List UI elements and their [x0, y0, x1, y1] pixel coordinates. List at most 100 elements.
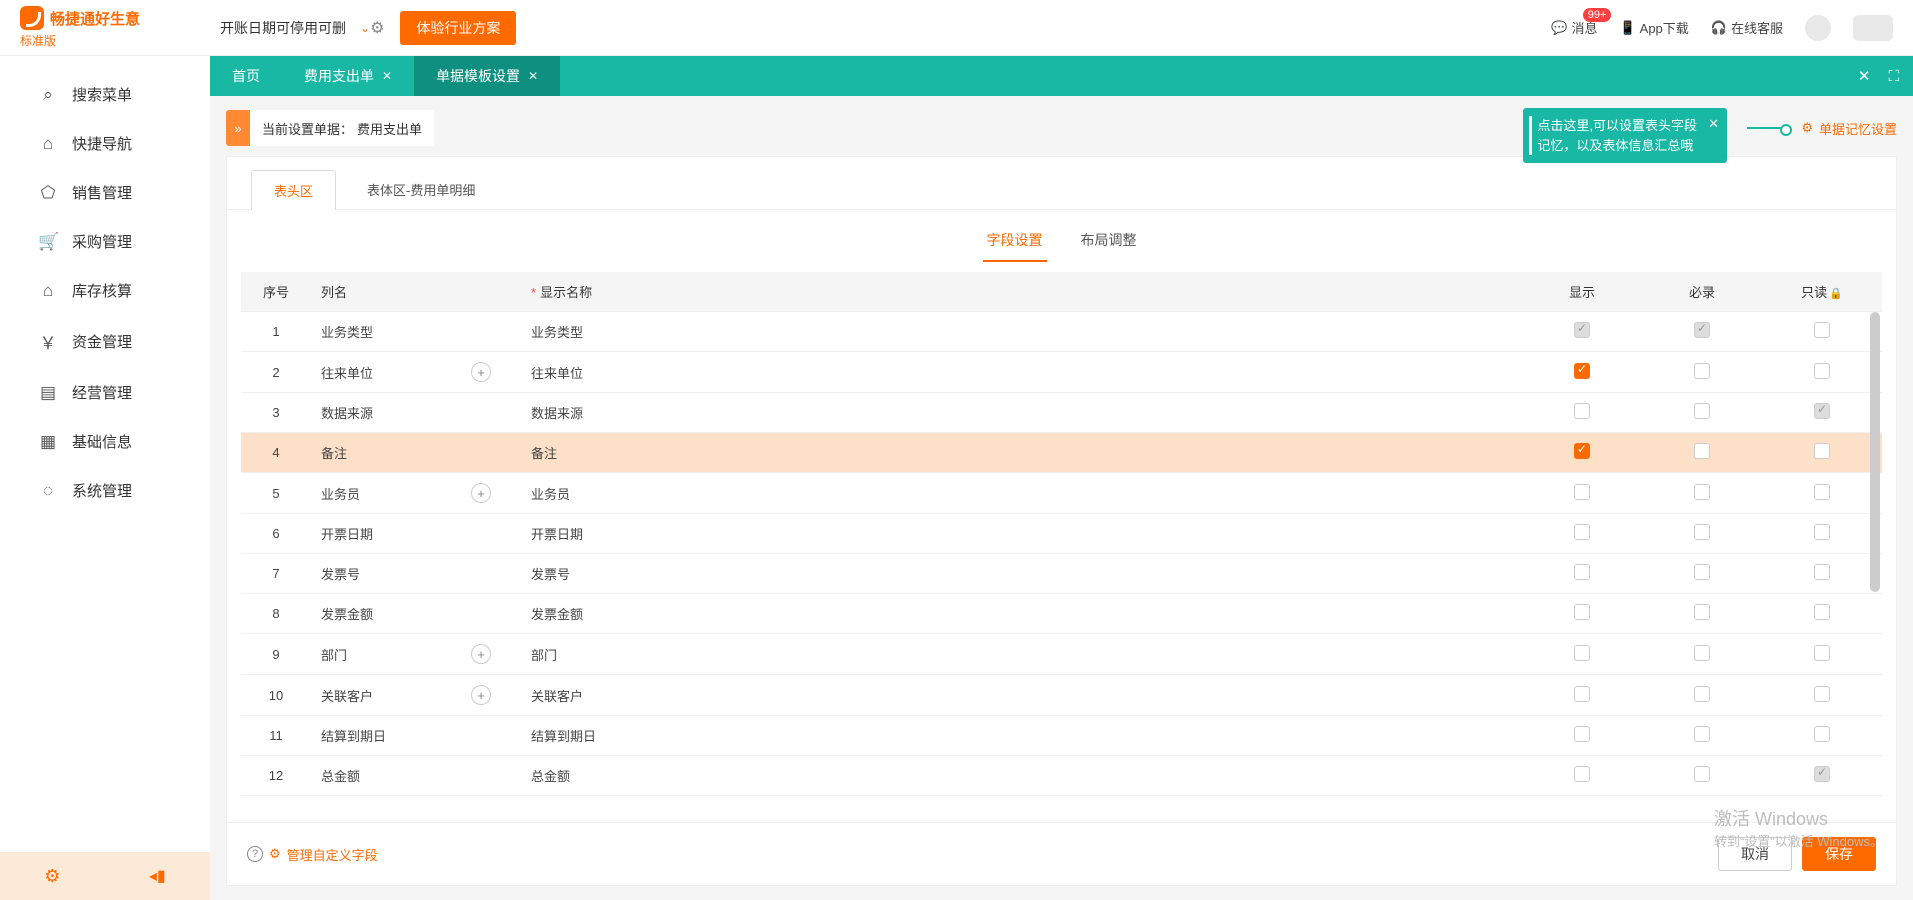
sidebar-item[interactable]: ⌂快捷导航	[0, 119, 210, 168]
cell-display[interactable]: 业务员	[521, 473, 1522, 514]
checkbox[interactable]	[1574, 524, 1590, 540]
table-row[interactable]: 2往来单位+往来单位	[241, 352, 1882, 393]
checkbox[interactable]	[1574, 443, 1590, 459]
section-tab-body[interactable]: 表体区-费用单明细	[344, 169, 498, 209]
tab-close-icon[interactable]: ✕	[528, 69, 538, 83]
sidebar-item[interactable]: ￥资金管理	[0, 315, 210, 368]
checkbox[interactable]	[1814, 484, 1830, 500]
checkbox[interactable]	[1814, 645, 1830, 661]
table-row[interactable]: 6开票日期开票日期	[241, 514, 1882, 554]
cell-display[interactable]: 部门	[521, 634, 1522, 675]
cell-display[interactable]: 开票日期	[521, 514, 1522, 554]
fullscreen-icon[interactable]: ⛶	[1888, 68, 1899, 85]
checkbox[interactable]	[1694, 564, 1710, 580]
sidebar-item[interactable]: ⌂库存核算	[0, 266, 210, 315]
close-all-tabs-icon[interactable]: ✕	[1858, 67, 1871, 85]
checkbox[interactable]	[1694, 686, 1710, 702]
sidebar-item[interactable]: ⌕搜索菜单	[0, 70, 210, 119]
table-row[interactable]: 1业务类型业务类型	[241, 312, 1882, 352]
scrollbar-thumb[interactable]	[1870, 312, 1880, 592]
manage-custom-fields-link[interactable]: ? ⚙ 管理自定义字段	[247, 845, 378, 864]
inner-tab-layout[interactable]: 布局调整	[1077, 224, 1141, 262]
checkbox[interactable]	[1814, 363, 1830, 379]
save-button[interactable]: 保存	[1802, 837, 1876, 871]
checkbox[interactable]	[1574, 363, 1590, 379]
cell-display[interactable]: 关联客户	[521, 675, 1522, 716]
checkbox[interactable]	[1814, 604, 1830, 620]
page-tab[interactable]: 费用支出单✕	[282, 56, 414, 96]
add-icon[interactable]: +	[471, 362, 491, 382]
checkbox[interactable]	[1694, 443, 1710, 459]
hint-close-icon[interactable]: ✕	[1708, 114, 1719, 134]
checkbox[interactable]	[1694, 363, 1710, 379]
cell-display[interactable]: 总金额	[521, 756, 1522, 796]
download-button[interactable]: 📱 App下载	[1619, 18, 1688, 37]
memory-settings-link[interactable]: ⚙ 单据记忆设置	[1801, 119, 1897, 138]
expand-handle-icon[interactable]: »	[226, 110, 250, 146]
table-row[interactable]: 7发票号发票号	[241, 554, 1882, 594]
table-row[interactable]: 8发票金额发票金额	[241, 594, 1882, 634]
checkbox[interactable]	[1574, 686, 1590, 702]
checkbox[interactable]	[1694, 645, 1710, 661]
page-tab[interactable]: 首页	[210, 56, 282, 96]
sidebar-item[interactable]: ⬠销售管理	[0, 168, 210, 217]
checkbox[interactable]	[1694, 524, 1710, 540]
table-row[interactable]: 10关联客户+关联客户	[241, 675, 1882, 716]
page-tab[interactable]: 单据模板设置✕	[414, 56, 560, 96]
cell-display[interactable]: 往来单位	[521, 352, 1522, 393]
table-row[interactable]: 5业务员+业务员	[241, 473, 1882, 514]
avatar-small[interactable]	[1805, 15, 1831, 41]
tab-close-icon[interactable]: ✕	[382, 69, 392, 83]
account-selector[interactable]: 开账日期可停用可删 ⌄	[220, 18, 370, 38]
checkbox[interactable]	[1574, 645, 1590, 661]
cell-display[interactable]: 发票号	[521, 554, 1522, 594]
checkbox[interactable]	[1814, 443, 1830, 459]
table-row[interactable]: 12总金额总金额	[241, 756, 1882, 796]
checkbox[interactable]	[1814, 686, 1830, 702]
sidebar-item[interactable]: ◌系统管理	[0, 466, 210, 515]
industry-plan-button[interactable]: 体验行业方案	[400, 11, 516, 45]
checkbox[interactable]	[1574, 766, 1590, 782]
table-row[interactable]: 4备注备注	[241, 433, 1882, 473]
section-tab-header[interactable]: 表头区	[251, 170, 336, 210]
table-scroll[interactable]: 序号 列名 *显示名称 显示 必录 只读🔒 1业务类型业务类型2往来单位+往来单…	[241, 272, 1882, 822]
inner-tab-field[interactable]: 字段设置	[983, 224, 1047, 262]
table-row[interactable]: 9部门+部门	[241, 634, 1882, 675]
checkbox[interactable]	[1814, 524, 1830, 540]
cancel-button[interactable]: 取消	[1718, 837, 1792, 871]
support-button[interactable]: 🎧 在线客服	[1711, 18, 1783, 37]
checkbox[interactable]	[1814, 564, 1830, 580]
add-icon[interactable]: +	[471, 483, 491, 503]
table-row[interactable]: 3数据来源数据来源	[241, 393, 1882, 433]
table-row[interactable]: 11结算到期日结算到期日	[241, 716, 1882, 756]
cell-display[interactable]: 备注	[521, 433, 1522, 473]
checkbox[interactable]	[1574, 726, 1590, 742]
sidebar-item[interactable]: ▦基础信息	[0, 417, 210, 466]
cell-display[interactable]: 业务类型	[521, 312, 1522, 352]
messages-button[interactable]: 💬 消息 99+	[1551, 18, 1597, 37]
tab-label: 首页	[232, 66, 260, 86]
add-icon[interactable]: +	[471, 644, 491, 664]
cell-display[interactable]: 结算到期日	[521, 716, 1522, 756]
checkbox[interactable]	[1814, 726, 1830, 742]
cell-display[interactable]: 数据来源	[521, 393, 1522, 433]
checkbox[interactable]	[1574, 604, 1590, 620]
avatar-large[interactable]	[1853, 15, 1893, 41]
sidebar-item[interactable]: 🛒采购管理	[0, 217, 210, 266]
settings-icon[interactable]: ⚙	[44, 866, 60, 887]
sidebar-item[interactable]: ▤经营管理	[0, 368, 210, 417]
checkbox[interactable]	[1574, 403, 1590, 419]
checkbox[interactable]	[1694, 726, 1710, 742]
checkbox[interactable]	[1694, 484, 1710, 500]
add-icon[interactable]: +	[471, 685, 491, 705]
checkbox[interactable]	[1694, 766, 1710, 782]
checkbox[interactable]	[1574, 484, 1590, 500]
checkbox[interactable]	[1694, 403, 1710, 419]
cell-display[interactable]: 发票金额	[521, 594, 1522, 634]
account-settings-icon[interactable]: ⚙	[370, 18, 384, 38]
hint-line1: 点击这里,可以设置表头字段	[1537, 116, 1697, 136]
checkbox[interactable]	[1574, 564, 1590, 580]
checkbox[interactable]	[1694, 604, 1710, 620]
checkbox[interactable]	[1814, 322, 1830, 338]
collapse-sidebar-icon[interactable]: ◂▮	[149, 866, 166, 886]
